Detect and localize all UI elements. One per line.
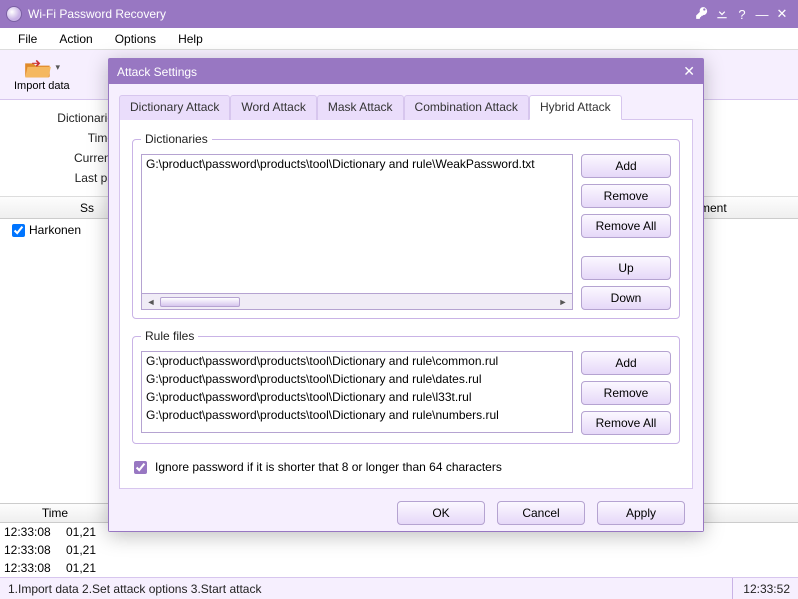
download-icon[interactable] [712, 6, 732, 23]
dialog-close-icon[interactable]: ✕ [683, 63, 695, 80]
menu-action[interactable]: Action [59, 32, 92, 46]
ok-button[interactable]: OK [397, 501, 485, 525]
list-item[interactable]: G:\product\password\products\tool\Dictio… [142, 388, 572, 406]
app-title: Wi-Fi Password Recovery [28, 7, 166, 21]
log-row: 12:33:08 01,21 [0, 559, 798, 577]
ignore-password-row: Ignore password if it is shorter that 8 … [132, 454, 680, 476]
tab-strip: Dictionary Attack Word Attack Mask Attac… [119, 94, 693, 120]
rulefiles-listbox[interactable]: G:\product\password\products\tool\Dictio… [141, 351, 573, 433]
apply-button[interactable]: Apply [597, 501, 685, 525]
log-msg: 01,21 [66, 525, 96, 539]
dict-add-button[interactable]: Add [581, 154, 671, 178]
tab-word[interactable]: Word Attack [230, 95, 316, 120]
dialog-title: Attack Settings [117, 65, 197, 79]
rule-remove-button[interactable]: Remove [581, 381, 671, 405]
ignore-password-checkbox[interactable] [134, 461, 147, 474]
menubar: File Action Options Help [0, 28, 798, 50]
list-item[interactable]: G:\product\password\products\tool\Dictio… [142, 370, 572, 388]
grid-col-comment[interactable]: ment [700, 201, 760, 215]
help-icon[interactable]: ? [732, 7, 752, 22]
list-item[interactable]: G:\product\password\products\tool\Dictio… [142, 155, 572, 173]
log-time: 12:33:08 [4, 561, 60, 575]
app-icon [6, 6, 22, 22]
dictionaries-hscroll[interactable]: ◄ ► [141, 294, 573, 310]
folder-open-icon [24, 58, 52, 78]
import-label: Import data [14, 80, 70, 92]
rule-add-button[interactable]: Add [581, 351, 671, 375]
key-icon[interactable] [692, 6, 712, 23]
log-msg: 01,21 [66, 543, 96, 557]
statusbar: 1.Import data 2.Set attack options 3.Sta… [0, 577, 798, 599]
cancel-button[interactable]: Cancel [497, 501, 585, 525]
menu-options[interactable]: Options [115, 32, 156, 46]
menu-file[interactable]: File [18, 32, 37, 46]
list-item[interactable]: G:\product\password\products\tool\Dictio… [142, 352, 572, 370]
log-row: 12:33:08 01,21 [0, 541, 798, 559]
close-icon[interactable]: ✕ [772, 6, 792, 22]
dictionaries-fieldset: Dictionaries G:\product\password\product… [132, 132, 680, 319]
status-hint: 1.Import data 2.Set attack options 3.Sta… [8, 582, 261, 596]
rule-remove-all-button[interactable]: Remove All [581, 411, 671, 435]
rulefiles-legend: Rule files [141, 329, 198, 343]
log-col-time[interactable]: Time [0, 506, 110, 520]
minimize-icon[interactable]: — [752, 7, 772, 22]
row-ssid: Harkonen [29, 223, 81, 237]
attack-settings-dialog: Attack Settings ✕ Dictionary Attack Word… [108, 58, 704, 532]
import-data-button[interactable]: ▾ Import data [14, 58, 70, 92]
tab-hybrid[interactable]: Hybrid Attack [529, 95, 622, 120]
dictionaries-listbox[interactable]: G:\product\password\products\tool\Dictio… [141, 154, 573, 294]
menu-help[interactable]: Help [178, 32, 203, 46]
scroll-left-icon[interactable]: ◄ [144, 296, 158, 308]
main-window: Wi-Fi Password Recovery ? — ✕ File Actio… [0, 0, 798, 599]
log-time: 12:33:08 [4, 543, 60, 557]
dialog-titlebar: Attack Settings ✕ [109, 59, 703, 84]
chevron-down-icon[interactable]: ▾ [56, 62, 61, 73]
tab-mask[interactable]: Mask Attack [317, 95, 404, 120]
scroll-thumb[interactable] [160, 297, 240, 307]
row-checkbox[interactable] [12, 224, 25, 237]
status-time: 12:33:52 [732, 578, 790, 599]
dialog-footer: OK Cancel Apply [109, 495, 703, 531]
tab-content-hybrid: Dictionaries G:\product\password\product… [119, 120, 693, 489]
dict-remove-all-button[interactable]: Remove All [581, 214, 671, 238]
list-item[interactable]: G:\product\password\products\tool\Dictio… [142, 406, 572, 424]
dict-up-button[interactable]: Up [581, 256, 671, 280]
titlebar: Wi-Fi Password Recovery ? — ✕ [0, 0, 798, 28]
log-time: 12:33:08 [4, 525, 60, 539]
dictionaries-legend: Dictionaries [141, 132, 212, 146]
log-msg: 01,21 [66, 561, 96, 575]
scroll-right-icon[interactable]: ► [556, 296, 570, 308]
dict-remove-button[interactable]: Remove [581, 184, 671, 208]
dict-down-button[interactable]: Down [581, 286, 671, 310]
rulefiles-fieldset: Rule files G:\product\password\products\… [132, 329, 680, 444]
tab-combination[interactable]: Combination Attack [404, 95, 529, 120]
tab-dictionary[interactable]: Dictionary Attack [119, 95, 230, 120]
ignore-password-label: Ignore password if it is shorter that 8 … [155, 460, 502, 474]
